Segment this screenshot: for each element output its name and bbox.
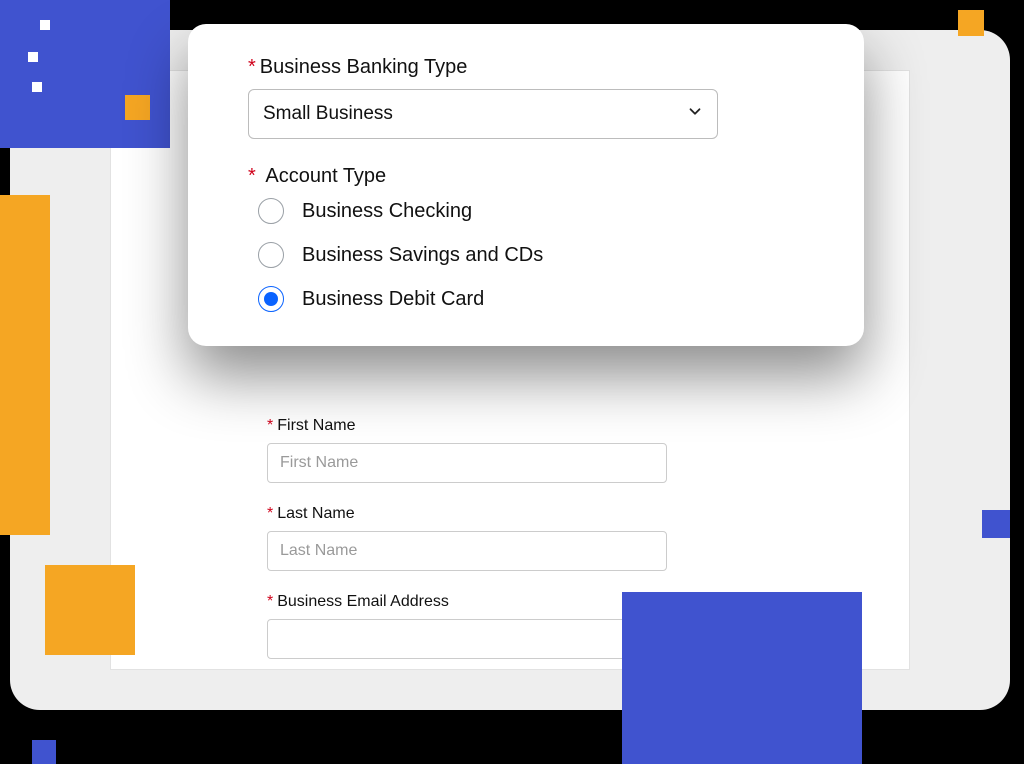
last-name-label: *Last Name bbox=[267, 505, 667, 523]
account-type-group: * Account Type Business Checking Busines… bbox=[248, 165, 804, 312]
last-name-label-text: Last Name bbox=[277, 505, 354, 522]
first-name-field: *First Name bbox=[267, 417, 667, 483]
first-name-input[interactable] bbox=[267, 443, 667, 483]
decoration bbox=[622, 592, 862, 764]
account-type-label: * Account Type bbox=[248, 165, 804, 188]
account-type-option-debit[interactable]: Business Debit Card bbox=[258, 286, 804, 312]
first-name-label: *First Name bbox=[267, 417, 667, 435]
decoration bbox=[982, 510, 1010, 538]
email-label: *Business Email Address bbox=[267, 593, 667, 611]
decoration bbox=[28, 52, 38, 62]
decoration bbox=[32, 740, 56, 764]
required-marker: * bbox=[248, 56, 256, 78]
decoration bbox=[40, 20, 50, 30]
decoration bbox=[125, 95, 150, 120]
decoration bbox=[32, 82, 42, 92]
radio-label: Business Debit Card bbox=[302, 288, 484, 311]
radio-icon bbox=[258, 286, 284, 312]
banking-type-label-text: Business Banking Type bbox=[260, 56, 468, 78]
account-type-option-checking[interactable]: Business Checking bbox=[258, 198, 804, 224]
account-type-label-text: Account Type bbox=[265, 165, 386, 187]
decoration bbox=[45, 565, 135, 655]
radio-icon bbox=[258, 242, 284, 268]
email-field: *Business Email Address bbox=[267, 593, 667, 659]
email-input[interactable] bbox=[267, 619, 667, 659]
radio-label: Business Savings and CDs bbox=[302, 244, 543, 267]
contact-form: *First Name *Last Name *Business Email A… bbox=[267, 417, 667, 681]
decoration bbox=[958, 10, 984, 36]
banking-type-select[interactable] bbox=[248, 89, 718, 139]
account-type-option-savings[interactable]: Business Savings and CDs bbox=[258, 242, 804, 268]
required-marker: * bbox=[267, 417, 273, 434]
banking-type-label: *Business Banking Type bbox=[248, 56, 804, 79]
account-setup-card: *Business Banking Type * Account Type Bu… bbox=[188, 24, 864, 346]
required-marker: * bbox=[267, 505, 273, 522]
last-name-field: *Last Name bbox=[267, 505, 667, 571]
first-name-label-text: First Name bbox=[277, 417, 355, 434]
radio-label: Business Checking bbox=[302, 200, 472, 223]
last-name-input[interactable] bbox=[267, 531, 667, 571]
banking-type-select-wrap bbox=[248, 89, 718, 139]
required-marker: * bbox=[248, 165, 256, 187]
email-label-text: Business Email Address bbox=[277, 593, 449, 610]
decoration bbox=[0, 195, 50, 535]
required-marker: * bbox=[267, 593, 273, 610]
radio-icon bbox=[258, 198, 284, 224]
decoration bbox=[0, 0, 170, 148]
